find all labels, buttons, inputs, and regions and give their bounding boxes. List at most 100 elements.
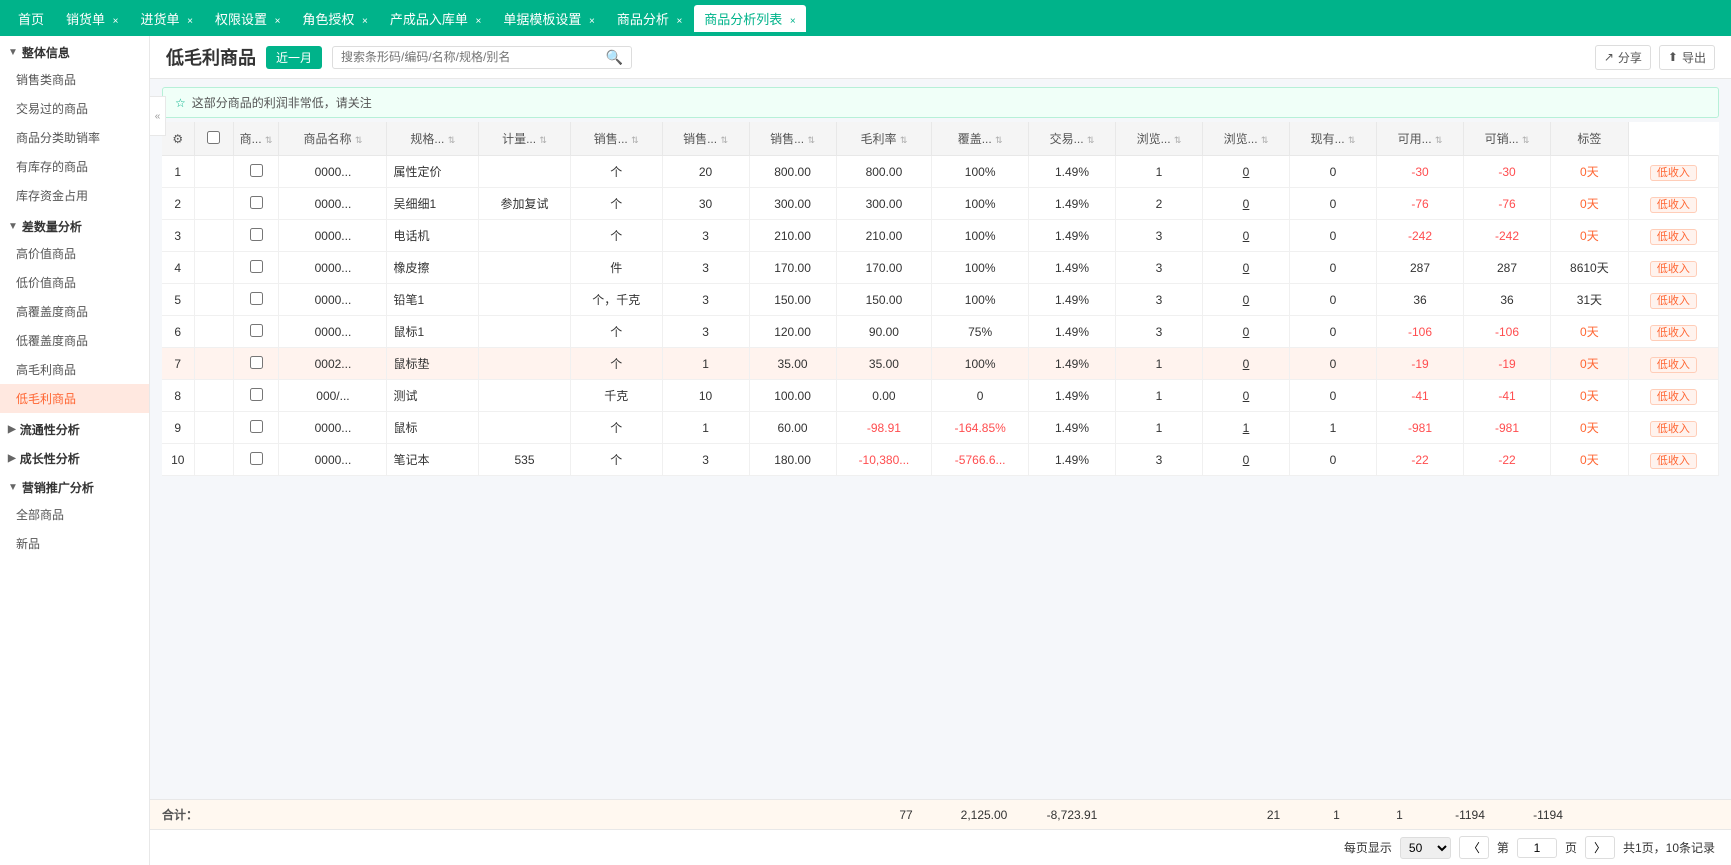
row-checkbox[interactable]	[233, 348, 279, 380]
nav-role-auth[interactable]: 角色授权 ×	[292, 5, 377, 32]
row-checkbox[interactable]	[233, 412, 279, 444]
row-select-checkbox[interactable]	[250, 324, 263, 337]
row-browse1[interactable]: 0	[1203, 156, 1290, 188]
row-checkbox[interactable]	[233, 156, 279, 188]
row-select-checkbox[interactable]	[250, 388, 263, 401]
sidebar-group-liquidity[interactable]: ▶ 流通性分析	[0, 413, 149, 442]
col-browse1[interactable]: 浏览... ⇅	[1116, 122, 1203, 156]
row-browse1[interactable]: 0	[1203, 348, 1290, 380]
row-browse1[interactable]: 0	[1203, 188, 1290, 220]
col-setting[interactable]: ⚙	[162, 122, 194, 156]
sidebar-group-growth[interactable]: ▶ 成长性分析	[0, 442, 149, 471]
prev-page-button[interactable]: 〈	[1459, 836, 1489, 859]
col-current-stock[interactable]: 现有... ⇅	[1290, 122, 1377, 156]
sidebar-item-high-value[interactable]: 高价值商品	[0, 239, 149, 268]
sidebar-group-overview[interactable]: ▼ 整体信息	[0, 36, 149, 65]
row-checkbox[interactable]	[233, 284, 279, 316]
sidebar-item-category-sales-rate[interactable]: 商品分类助销率	[0, 123, 149, 152]
browse1-link[interactable]: 0	[1243, 229, 1250, 243]
nav-home[interactable]: 首页	[8, 5, 54, 32]
row-browse1[interactable]: 0	[1203, 220, 1290, 252]
row-checkbox[interactable]	[233, 380, 279, 412]
browse1-link[interactable]: 0	[1243, 325, 1250, 339]
share-button[interactable]: ↗ 分享	[1595, 45, 1651, 70]
col-unit[interactable]: 计量... ⇅	[479, 122, 571, 156]
col-gross-margin[interactable]: 毛利率 ⇅	[836, 122, 932, 156]
col-saleable[interactable]: 可销... ⇅	[1464, 122, 1551, 156]
row-select-checkbox[interactable]	[250, 356, 263, 369]
col-name[interactable]: 商品名称 ⇅	[279, 122, 387, 156]
col-checkbox[interactable]	[194, 122, 233, 156]
sidebar-item-sales-products[interactable]: 销售类商品	[0, 65, 149, 94]
table-area[interactable]: ⚙ 商... ⇅ 商品名称 ⇅ 规格... ⇅ 计量... ⇅ 销售... ⇅ …	[162, 122, 1719, 799]
sidebar-item-new-products[interactable]: 新品	[0, 529, 149, 558]
sidebar-group-quantity-analysis[interactable]: ▼ 差数量分析	[0, 210, 149, 239]
col-sales-price[interactable]: 销售... ⇅	[662, 122, 749, 156]
page-input[interactable]	[1517, 838, 1557, 858]
sidebar-item-high-margin[interactable]: 高毛利商品	[0, 355, 149, 384]
per-page-select[interactable]: 50 20 100	[1400, 837, 1451, 859]
sidebar-item-traded-products[interactable]: 交易过的商品	[0, 94, 149, 123]
close-icon[interactable]: ×	[187, 16, 193, 27]
browse1-link[interactable]: 1	[1243, 421, 1250, 435]
row-select-checkbox[interactable]	[250, 452, 263, 465]
sidebar-item-all-products[interactable]: 全部商品	[0, 500, 149, 529]
date-filter-button[interactable]: 近一月	[266, 46, 322, 69]
row-browse1[interactable]: 1	[1203, 412, 1290, 444]
col-tag[interactable]: 标签	[1551, 122, 1629, 156]
col-sales-qty[interactable]: 销售... ⇅	[570, 122, 662, 156]
nav-product-analysis[interactable]: 商品分析 ×	[607, 5, 692, 32]
browse1-link[interactable]: 0	[1243, 165, 1250, 179]
close-icon[interactable]: ×	[362, 16, 368, 27]
nav-product-analysis-list[interactable]: 商品分析列表 ×	[694, 5, 805, 32]
sidebar-item-low-coverage[interactable]: 低覆盖度商品	[0, 326, 149, 355]
sidebar-item-low-margin[interactable]: 低毛利商品	[0, 384, 149, 413]
row-select-checkbox[interactable]	[250, 260, 263, 273]
nav-template-settings[interactable]: 单据模板设置 ×	[493, 5, 604, 32]
row-checkbox[interactable]	[233, 444, 279, 476]
search-icon[interactable]: 🔍	[606, 49, 623, 66]
nav-sales-order[interactable]: 销货单 ×	[56, 5, 128, 32]
sidebar-item-in-stock[interactable]: 有库存的商品	[0, 152, 149, 181]
nav-purchase-order[interactable]: 进货单 ×	[130, 5, 202, 32]
row-browse1[interactable]: 0	[1203, 316, 1290, 348]
row-checkbox[interactable]	[233, 188, 279, 220]
row-checkbox[interactable]	[233, 252, 279, 284]
col-spec[interactable]: 规格... ⇅	[387, 122, 479, 156]
row-checkbox[interactable]	[233, 220, 279, 252]
browse1-link[interactable]: 0	[1243, 389, 1250, 403]
sidebar-item-high-coverage[interactable]: 高覆盖度商品	[0, 297, 149, 326]
export-button[interactable]: ⬆ 导出	[1659, 45, 1715, 70]
col-browse2[interactable]: 浏览... ⇅	[1203, 122, 1290, 156]
search-input[interactable]	[341, 50, 606, 64]
col-trade[interactable]: 交易... ⇅	[1029, 122, 1116, 156]
browse1-link[interactable]: 0	[1243, 261, 1250, 275]
browse1-link[interactable]: 0	[1243, 293, 1250, 307]
select-all-checkbox[interactable]	[207, 131, 220, 144]
row-select-checkbox[interactable]	[250, 228, 263, 241]
nav-permission[interactable]: 权限设置 ×	[205, 5, 290, 32]
sidebar-collapse-button[interactable]: «	[150, 96, 166, 136]
row-browse1[interactable]: 0	[1203, 380, 1290, 412]
row-browse1[interactable]: 0	[1203, 284, 1290, 316]
close-icon[interactable]: ×	[790, 16, 796, 27]
sidebar-item-low-value[interactable]: 低价值商品	[0, 268, 149, 297]
close-icon[interactable]: ×	[476, 16, 482, 27]
next-page-button[interactable]: 〉	[1585, 836, 1615, 859]
close-icon[interactable]: ×	[275, 16, 281, 27]
browse1-link[interactable]: 0	[1243, 453, 1250, 467]
close-icon[interactable]: ×	[113, 16, 119, 27]
nav-product-inbound[interactable]: 产成品入库单 ×	[380, 5, 491, 32]
row-browse1[interactable]: 0	[1203, 252, 1290, 284]
row-select-checkbox[interactable]	[250, 420, 263, 433]
browse1-link[interactable]: 0	[1243, 357, 1250, 371]
col-code[interactable]: 商... ⇅	[233, 122, 279, 156]
col-sales-amount[interactable]: 销售... ⇅	[749, 122, 836, 156]
row-select-checkbox[interactable]	[250, 292, 263, 305]
sidebar-item-stock-capital[interactable]: 库存资金占用	[0, 181, 149, 210]
row-select-checkbox[interactable]	[250, 164, 263, 177]
row-select-checkbox[interactable]	[250, 196, 263, 209]
row-browse1[interactable]: 0	[1203, 444, 1290, 476]
close-icon[interactable]: ×	[676, 16, 682, 27]
sidebar-group-marketing[interactable]: ▼ 营销推广分析	[0, 471, 149, 500]
